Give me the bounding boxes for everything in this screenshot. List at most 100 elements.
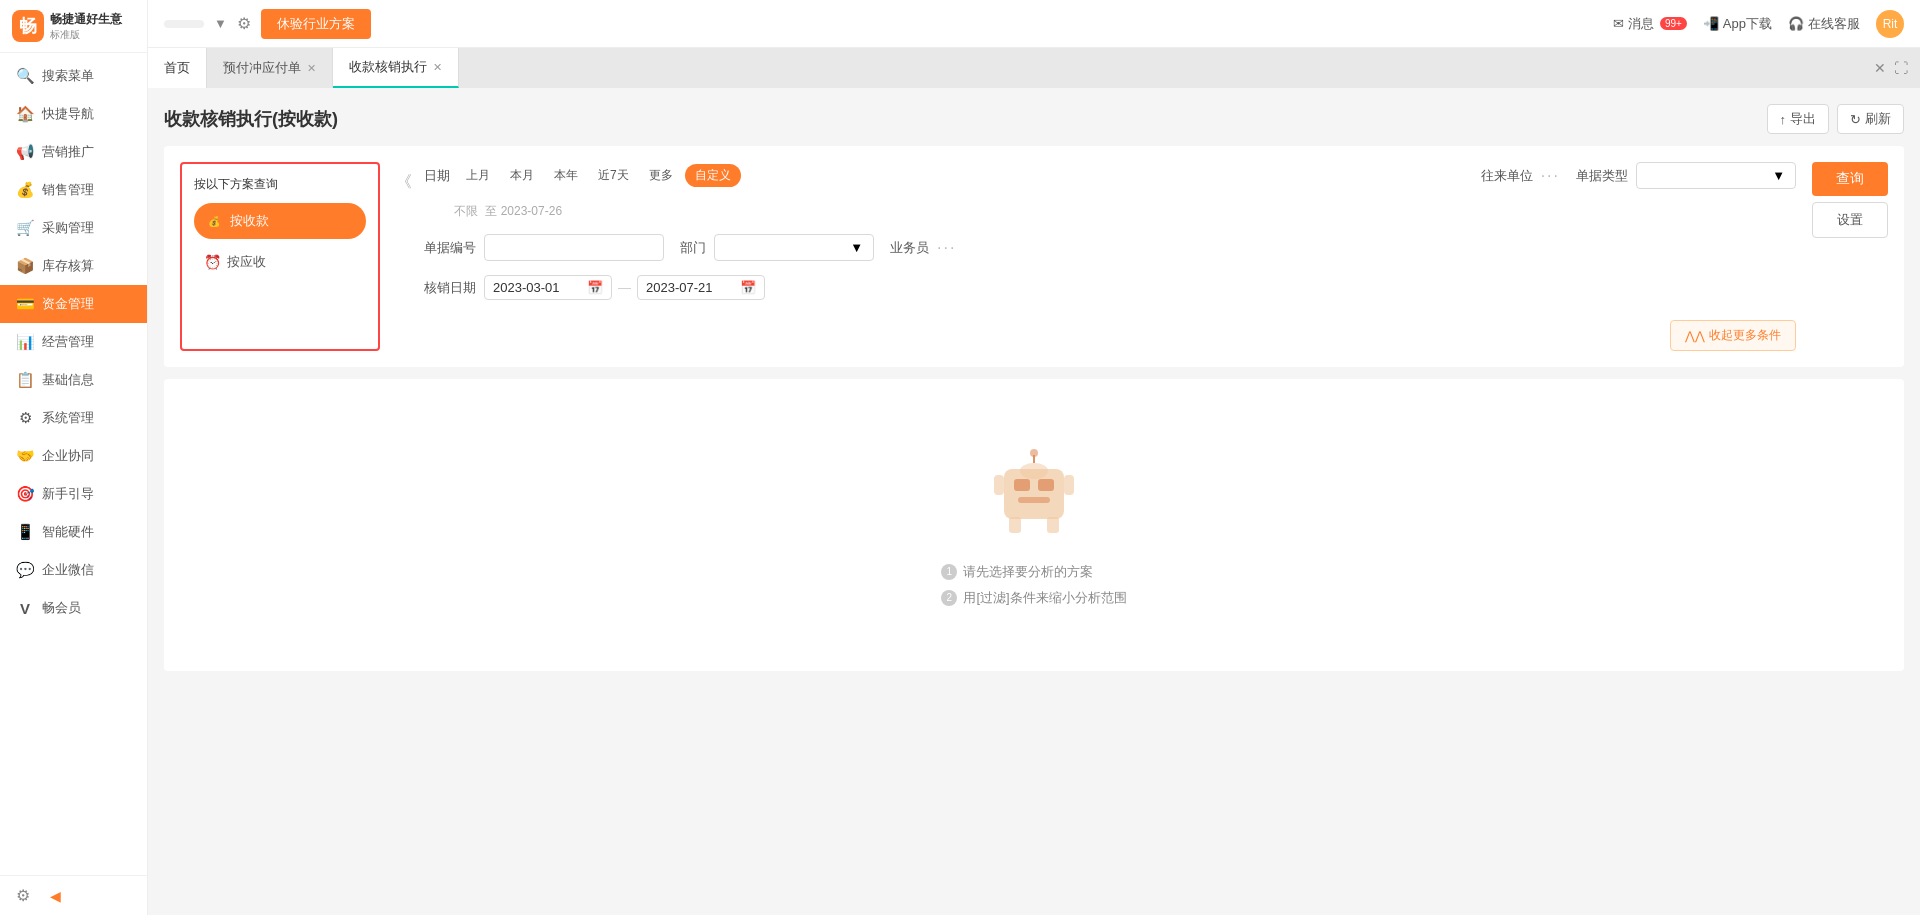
sidebar-item-collab[interactable]: 🤝 企业协同 — [0, 437, 147, 475]
date-tab-7days[interactable]: 近7天 — [590, 164, 637, 187]
system-icon: ⚙ — [16, 409, 34, 427]
sidebar-label-sales: 销售管理 — [42, 181, 94, 199]
counterpart-selector[interactable]: ··· — [1541, 167, 1560, 185]
sidebar-item-hardware[interactable]: 📱 智能硬件 — [0, 513, 147, 551]
setting-button[interactable]: 设置 — [1812, 202, 1888, 238]
verify-date-end-calendar-icon[interactable]: 📅 — [740, 280, 756, 295]
search-menu-icon: 🔍 — [16, 67, 34, 85]
doc-no-input[interactable] — [484, 234, 664, 261]
dept-label: 部门 — [680, 239, 706, 257]
chevron-up-icon: ⋀⋀ — [1685, 329, 1705, 343]
purchase-icon: 🛒 — [16, 219, 34, 237]
dept-filter: 部门 ▼ — [680, 234, 874, 261]
date-tab-last-month[interactable]: 上月 — [458, 164, 498, 187]
app-logo-icon: 畅 — [12, 10, 44, 42]
svg-rect-9 — [1009, 517, 1021, 533]
date-tab-more[interactable]: 更多 — [641, 164, 681, 187]
verify-date-start-calendar-icon[interactable]: 📅 — [587, 280, 603, 295]
more-conditions-row: ⋀⋀ 收起更多条件 — [424, 312, 1796, 351]
sidebar-settings-icon[interactable]: ⚙ — [16, 886, 30, 905]
sidebar-label-inventory: 库存核算 — [42, 257, 94, 275]
sidebar-item-basic-info[interactable]: 📋 基础信息 — [0, 361, 147, 399]
message-area[interactable]: ✉ 消息 99+ — [1613, 15, 1687, 33]
logo-text-block: 畅捷通好生意 标准版 — [50, 11, 122, 42]
doc-type-filter: 单据类型 ▼ — [1576, 162, 1796, 189]
filter-row-3: 核销日期 📅 — 📅 — [424, 275, 1796, 300]
sidebar-item-business[interactable]: 📊 经营管理 — [0, 323, 147, 361]
tab-prepay-close-icon[interactable]: ✕ — [307, 62, 316, 75]
tabbar-actions: ✕ ⛶ — [1874, 60, 1920, 76]
app-download-icon: 📲 — [1703, 16, 1719, 31]
date-nolimit-text: 不限 — [454, 204, 478, 218]
tab-fullscreen-icon[interactable]: ⛶ — [1894, 60, 1908, 76]
empty-tip-1: 1 请先选择要分析的方案 — [941, 559, 1126, 585]
doc-type-label: 单据类型 — [1576, 167, 1628, 185]
salesperson-filter: 业务员 ··· — [890, 239, 956, 257]
tab-home[interactable]: 首页 — [148, 48, 207, 88]
sidebar-item-finance[interactable]: 💳 资金管理 — [0, 285, 147, 323]
sidebar-item-purchase[interactable]: 🛒 采购管理 — [0, 209, 147, 247]
sidebar-item-system[interactable]: ⚙ 系统管理 — [0, 399, 147, 437]
sidebar-item-marketing[interactable]: 📢 营销推广 — [0, 133, 147, 171]
tab-receipt-offset[interactable]: 收款核销执行 ✕ — [333, 48, 459, 88]
query-button[interactable]: 查询 — [1812, 162, 1888, 196]
sidebar-label-marketing: 营销推广 — [42, 143, 94, 161]
doc-type-select[interactable]: ▼ — [1636, 162, 1796, 189]
sidebar-item-inventory[interactable]: 📦 库存核算 — [0, 247, 147, 285]
company-name — [164, 20, 204, 28]
export-icon: ↑ — [1780, 112, 1787, 127]
refresh-button[interactable]: ↻ 刷新 — [1837, 104, 1904, 134]
salesperson-selector[interactable]: ··· — [937, 239, 956, 257]
collapse-more-button[interactable]: ⋀⋀ 收起更多条件 — [1670, 320, 1796, 351]
filter-date-item: 日期 上月 本月 本年 近7天 更多 自定义 — [424, 164, 741, 187]
sidebar-item-quick-nav[interactable]: 🏠 快捷导航 — [0, 95, 147, 133]
dept-dropdown-icon: ▼ — [850, 240, 863, 255]
verify-date-start-input[interactable] — [493, 280, 583, 295]
svg-rect-4 — [994, 475, 1004, 495]
date-tab-this-month[interactable]: 本月 — [502, 164, 542, 187]
tabbar: 首页 预付冲应付单 ✕ 收款核销执行 ✕ ✕ ⛶ — [148, 48, 1920, 88]
tab-receipt-close-icon[interactable]: ✕ — [433, 61, 442, 74]
by-receivable-label: 按应收 — [227, 253, 266, 271]
filter-row-1: 日期 上月 本月 本年 近7天 更多 自定义 往来单位 ··· — [424, 162, 1796, 189]
sidebar-collapse-icon[interactable]: ◀ — [50, 888, 61, 904]
inventory-icon: 📦 — [16, 257, 34, 275]
filter-option-by-receipt[interactable]: 💰 按收款 — [194, 203, 366, 239]
by-receivable-icon: ⏰ — [204, 254, 221, 270]
message-icon: ✉ — [1613, 16, 1624, 31]
app-download-label: App下载 — [1723, 15, 1772, 33]
sidebar-item-sales[interactable]: 💰 销售管理 — [0, 171, 147, 209]
business-icon: 📊 — [16, 333, 34, 351]
sidebar-item-guide[interactable]: 🎯 新手引导 — [0, 475, 147, 513]
counterpart-label: 往来单位 — [1481, 167, 1533, 185]
sidebar-item-wecom[interactable]: 💬 企业微信 — [0, 551, 147, 589]
tab-close-all-icon[interactable]: ✕ — [1874, 60, 1886, 76]
online-service-area[interactable]: 🎧 在线客服 — [1788, 15, 1860, 33]
settings-gear-icon[interactable]: ⚙ — [237, 14, 251, 33]
sidebar-item-search-menu[interactable]: 🔍 搜索菜单 — [0, 57, 147, 95]
filter-wrapper: 按以下方案查询 💰 按收款 ⏰ 按应收 《 日期 — [164, 146, 1904, 367]
doc-type-dropdown-icon: ▼ — [1772, 168, 1785, 183]
page-header: 收款核销执行(按收款) ↑ 导出 ↻ 刷新 — [164, 104, 1904, 134]
verify-date-end-input[interactable] — [646, 280, 736, 295]
date-tabs: 上月 本月 本年 近7天 更多 自定义 — [458, 164, 741, 187]
sidebar-label-collab: 企业协同 — [42, 447, 94, 465]
date-tab-custom[interactable]: 自定义 — [685, 164, 741, 187]
filter-collapse-toggle[interactable]: 《 — [396, 172, 412, 193]
sidebar-label-system: 系统管理 — [42, 409, 94, 427]
by-receipt-icon: 💰 — [204, 211, 224, 231]
online-service-icon: 🎧 — [1788, 16, 1804, 31]
industry-solution-button[interactable]: 休验行业方案 — [261, 9, 371, 39]
topbar: ▼ ⚙ 休验行业方案 ✉ 消息 99+ 📲 App下载 🎧 在线客服 Rit — [148, 0, 1920, 48]
dept-select[interactable]: ▼ — [714, 234, 874, 261]
filter-option-by-receivable[interactable]: ⏰ 按应收 — [194, 245, 366, 279]
tab-prepay-offset[interactable]: 预付冲应付单 ✕ — [207, 48, 333, 88]
user-avatar[interactable]: Rit — [1876, 10, 1904, 38]
date-tab-this-year[interactable]: 本年 — [546, 164, 586, 187]
export-button[interactable]: ↑ 导出 — [1767, 104, 1830, 134]
sidebar-item-member[interactable]: V 畅会员 — [0, 589, 147, 627]
tab-home-label: 首页 — [164, 59, 190, 77]
collab-icon: 🤝 — [16, 447, 34, 465]
app-download-area[interactable]: 📲 App下载 — [1703, 15, 1772, 33]
dropdown-icon[interactable]: ▼ — [214, 16, 227, 31]
